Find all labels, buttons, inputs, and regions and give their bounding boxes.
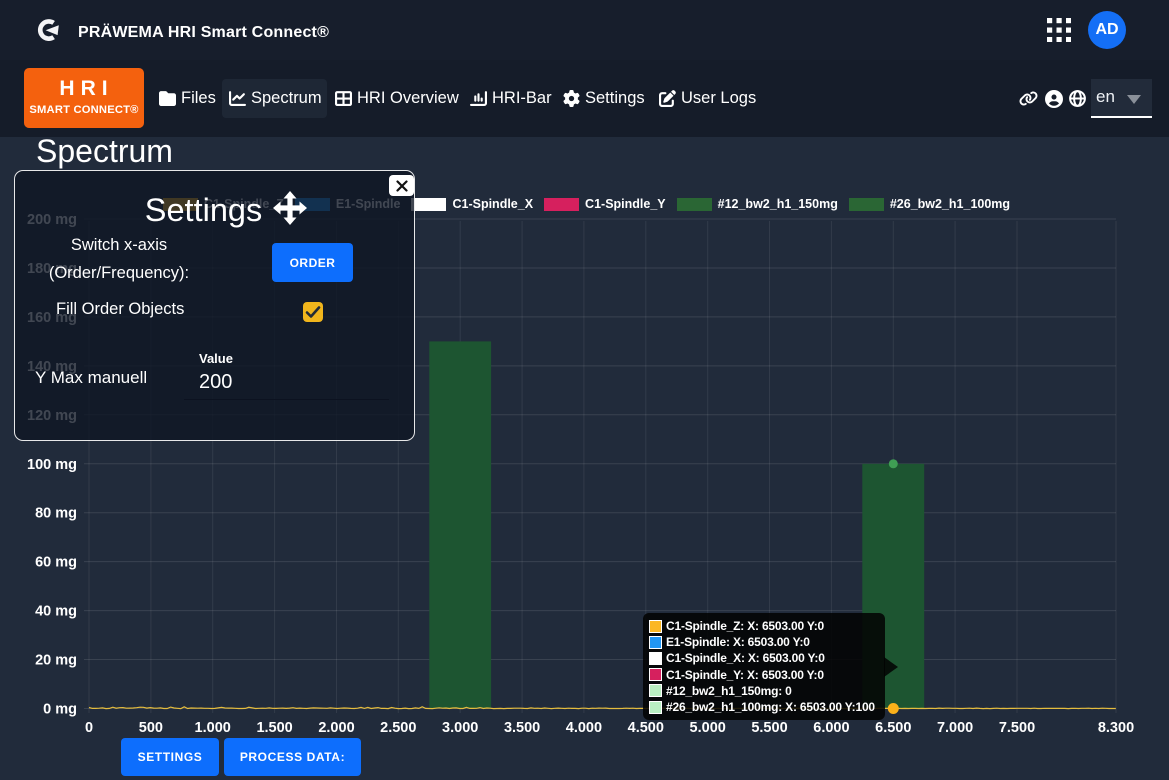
svg-text:1.500: 1.500 [256, 720, 292, 736]
svg-text:1.000: 1.000 [195, 720, 231, 736]
svg-text:3.000: 3.000 [442, 720, 478, 736]
svg-text:0 mg: 0 mg [43, 702, 77, 718]
svg-text:80 mg: 80 mg [35, 506, 77, 522]
svg-text:5.000: 5.000 [690, 720, 726, 736]
svg-text:5.500: 5.500 [751, 720, 787, 736]
svg-text:7.000: 7.000 [937, 720, 973, 736]
svg-text:8.300: 8.300 [1098, 720, 1134, 736]
svg-text:6.000: 6.000 [813, 720, 849, 736]
svg-text:100 mg: 100 mg [27, 457, 77, 473]
svg-text:7.500: 7.500 [999, 720, 1035, 736]
svg-text:4.500: 4.500 [628, 720, 664, 736]
svg-text:6.500: 6.500 [875, 720, 911, 736]
svg-text:500: 500 [139, 720, 163, 736]
svg-text:40 mg: 40 mg [35, 604, 77, 620]
svg-text:20 mg: 20 mg [35, 653, 77, 669]
svg-text:60 mg: 60 mg [35, 555, 77, 571]
svg-text:2.000: 2.000 [318, 720, 354, 736]
svg-text:2.500: 2.500 [380, 720, 416, 736]
svg-text:0: 0 [85, 720, 93, 736]
svg-text:4.000: 4.000 [566, 720, 602, 736]
svg-text:3.500: 3.500 [504, 720, 540, 736]
